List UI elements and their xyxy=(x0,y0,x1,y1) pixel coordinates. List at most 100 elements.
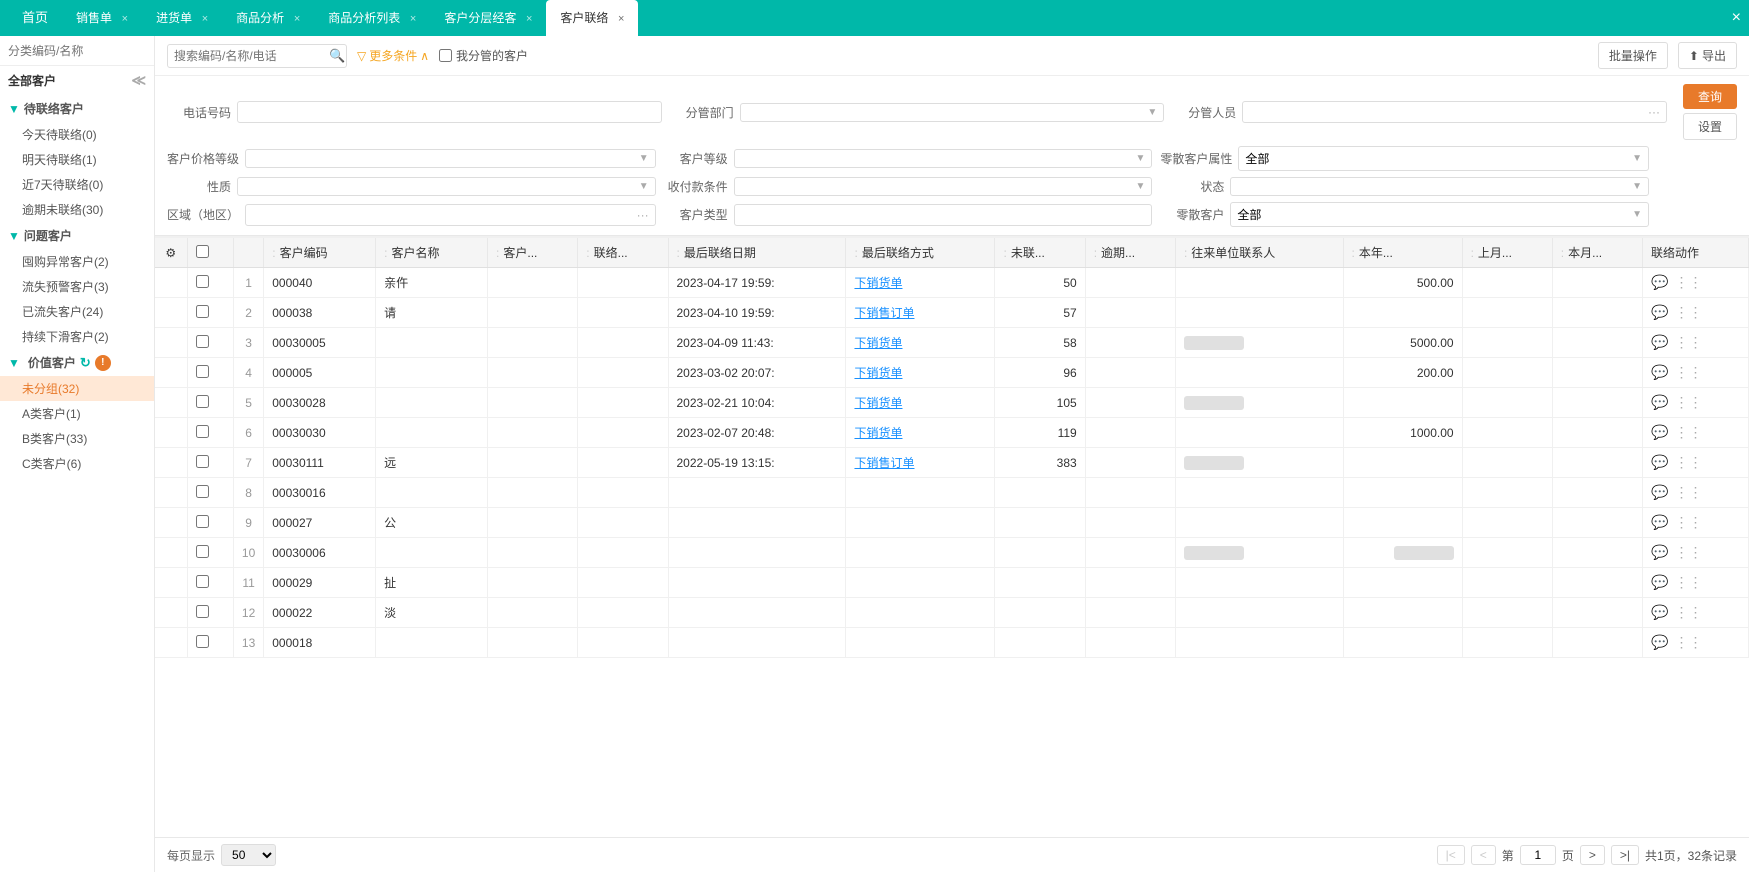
export-button[interactable]: ⬆ 导出 xyxy=(1678,42,1737,69)
sidebar-item-b-class[interactable]: B类客户(33) xyxy=(0,426,154,451)
refresh-icon[interactable]: ↻ xyxy=(80,355,91,371)
td-last-method[interactable]: 下销货单 xyxy=(846,418,995,448)
all-customers-header[interactable]: 全部客户 ≪ xyxy=(0,66,154,95)
select-all-checkbox[interactable] xyxy=(196,245,209,258)
sidebar-search-input[interactable] xyxy=(8,44,155,58)
filter-retail-select[interactable]: 全部 ▼ xyxy=(1230,202,1649,227)
th-customer-type[interactable]: :客户... xyxy=(488,238,578,268)
search-icon[interactable]: 🔍 xyxy=(329,48,345,64)
td-last-method[interactable]: 下销货单 xyxy=(846,358,995,388)
close-customer-segment-icon[interactable]: × xyxy=(526,13,532,25)
tab-purchase[interactable]: 进货单 × xyxy=(142,0,222,36)
th-last-method[interactable]: :最后联络方式 xyxy=(846,238,995,268)
sidebar-item-tomorrow[interactable]: 明天待联络(1) xyxy=(0,147,154,172)
tab-customer-contact[interactable]: 客户联络 × xyxy=(546,0,638,36)
sidebar-item-declining[interactable]: 持续下滑客户(2) xyxy=(0,324,154,349)
row-checkbox[interactable] xyxy=(196,335,209,348)
row-checkbox[interactable] xyxy=(196,515,209,528)
row-checkbox[interactable] xyxy=(196,395,209,408)
prev-page-button[interactable]: < xyxy=(1471,845,1496,865)
sidebar-item-today[interactable]: 今天待联络(0) xyxy=(0,122,154,147)
collapse-icon[interactable]: ≪ xyxy=(131,72,146,89)
sidebar-item-a-class[interactable]: A类客户(1) xyxy=(0,401,154,426)
contact-icon[interactable]: 💬 xyxy=(1651,514,1668,531)
sidebar-item-flow-warning[interactable]: 流失预警客户(3) xyxy=(0,274,154,299)
tab-customer-segment[interactable]: 客户分层经客 × xyxy=(430,0,546,36)
sidebar-item-week[interactable]: 近7天待联络(0) xyxy=(0,172,154,197)
filter-dept-select[interactable]: ▼ xyxy=(740,103,1165,122)
filter-region-select[interactable]: ··· xyxy=(245,204,656,226)
contact-icon[interactable]: 💬 xyxy=(1651,544,1668,561)
close-product-analysis-list-icon[interactable]: × xyxy=(410,13,416,25)
contact-icon[interactable]: 💬 xyxy=(1651,454,1668,471)
td-last-method[interactable]: 下销货单 xyxy=(846,268,995,298)
filter-cust-level-select[interactable]: ▼ xyxy=(734,149,1153,168)
row-checkbox[interactable] xyxy=(196,425,209,438)
sidebar-group-pending[interactable]: ▼ 待联络客户 xyxy=(0,95,154,122)
row-checkbox[interactable] xyxy=(196,545,209,558)
more-icon[interactable]: ⋮⋮ xyxy=(1674,574,1702,591)
more-conditions-button[interactable]: ▽ 更多条件 ∧ xyxy=(357,47,429,64)
more-icon[interactable]: ⋮⋮ xyxy=(1674,274,1702,291)
contact-icon[interactable]: 💬 xyxy=(1651,574,1668,591)
filter-phone-input[interactable] xyxy=(237,101,662,123)
filter-nature-select[interactable]: ▼ xyxy=(237,177,656,196)
more-icon[interactable]: ⋮⋮ xyxy=(1674,454,1702,471)
contact-icon[interactable]: 💬 xyxy=(1651,604,1668,621)
close-customer-contact-icon[interactable]: × xyxy=(618,13,624,25)
page-input[interactable] xyxy=(1520,845,1556,865)
filter-status-select[interactable]: ▼ xyxy=(1230,177,1649,196)
th-this-month[interactable]: :本月... xyxy=(1552,238,1642,268)
sidebar-group-value[interactable]: ▼ 价值客户 ↻ ! xyxy=(0,349,154,376)
th-last-month[interactable]: :上月... xyxy=(1462,238,1552,268)
th-settings[interactable]: ⚙ xyxy=(155,238,187,268)
filter-cust-type-input[interactable] xyxy=(734,204,1153,226)
more-icon[interactable]: ⋮⋮ xyxy=(1674,304,1702,321)
row-checkbox[interactable] xyxy=(196,305,209,318)
more-icon[interactable]: ⋮⋮ xyxy=(1674,514,1702,531)
search-input[interactable] xyxy=(174,49,329,63)
filter-price-select[interactable]: ▼ xyxy=(245,149,656,168)
page-size-select[interactable]: 50 100 200 xyxy=(221,844,276,866)
close-purchase-icon[interactable]: × xyxy=(202,13,208,25)
close-product-analysis-icon[interactable]: × xyxy=(294,13,300,25)
query-button[interactable]: 查询 xyxy=(1683,84,1737,109)
contact-icon[interactable]: 💬 xyxy=(1651,364,1668,381)
batch-ops-button[interactable]: 批量操作 xyxy=(1598,42,1668,69)
tab-sales[interactable]: 销售单 × xyxy=(62,0,142,36)
row-checkbox[interactable] xyxy=(196,575,209,588)
contact-icon[interactable]: 💬 xyxy=(1651,274,1668,291)
th-unit-contact[interactable]: :往来单位联系人 xyxy=(1175,238,1343,268)
td-last-method[interactable]: 下销货单 xyxy=(846,328,995,358)
th-uncontacted[interactable]: :未联... xyxy=(995,238,1085,268)
sidebar-item-ungroup[interactable]: 未分组(32) xyxy=(0,376,154,401)
more-icon[interactable]: ⋮⋮ xyxy=(1674,394,1702,411)
last-page-button[interactable]: >| xyxy=(1611,845,1639,865)
th-code[interactable]: :客户编码 xyxy=(264,238,376,268)
th-overdue[interactable]: :逾期... xyxy=(1085,238,1175,268)
more-icon[interactable]: ⋮⋮ xyxy=(1674,634,1702,651)
more-icon[interactable]: ⋮⋮ xyxy=(1674,424,1702,441)
tab-home[interactable]: 首页 xyxy=(8,0,62,36)
th-name[interactable]: :客户名称 xyxy=(376,238,488,268)
my-customers-checkbox[interactable] xyxy=(439,49,452,62)
contact-icon[interactable]: 💬 xyxy=(1651,304,1668,321)
more-icon[interactable]: ⋮⋮ xyxy=(1674,544,1702,561)
th-contact[interactable]: :联络... xyxy=(578,238,668,268)
td-last-method[interactable]: 下销售订单 xyxy=(846,448,995,478)
more-icon[interactable]: ⋮⋮ xyxy=(1674,484,1702,501)
sidebar-item-lost[interactable]: 已流失客户(24) xyxy=(0,299,154,324)
contact-icon[interactable]: 💬 xyxy=(1651,334,1668,351)
reset-button[interactable]: 设置 xyxy=(1683,113,1737,140)
filter-payment-select[interactable]: ▼ xyxy=(734,177,1153,196)
next-page-button[interactable]: > xyxy=(1580,845,1605,865)
my-customers-toggle[interactable]: 我分管的客户 xyxy=(439,47,528,64)
filter-retail-attr-select[interactable]: 全部 ▼ xyxy=(1238,146,1649,171)
th-last-date[interactable]: :最后联络日期 xyxy=(668,238,846,268)
row-checkbox[interactable] xyxy=(196,365,209,378)
filter-manager-select[interactable]: ··· xyxy=(1242,101,1667,123)
row-checkbox[interactable] xyxy=(196,635,209,648)
tab-product-analysis-list[interactable]: 商品分析列表 × xyxy=(314,0,430,36)
td-last-method[interactable]: 下销售订单 xyxy=(846,298,995,328)
more-icon[interactable]: ⋮⋮ xyxy=(1674,334,1702,351)
